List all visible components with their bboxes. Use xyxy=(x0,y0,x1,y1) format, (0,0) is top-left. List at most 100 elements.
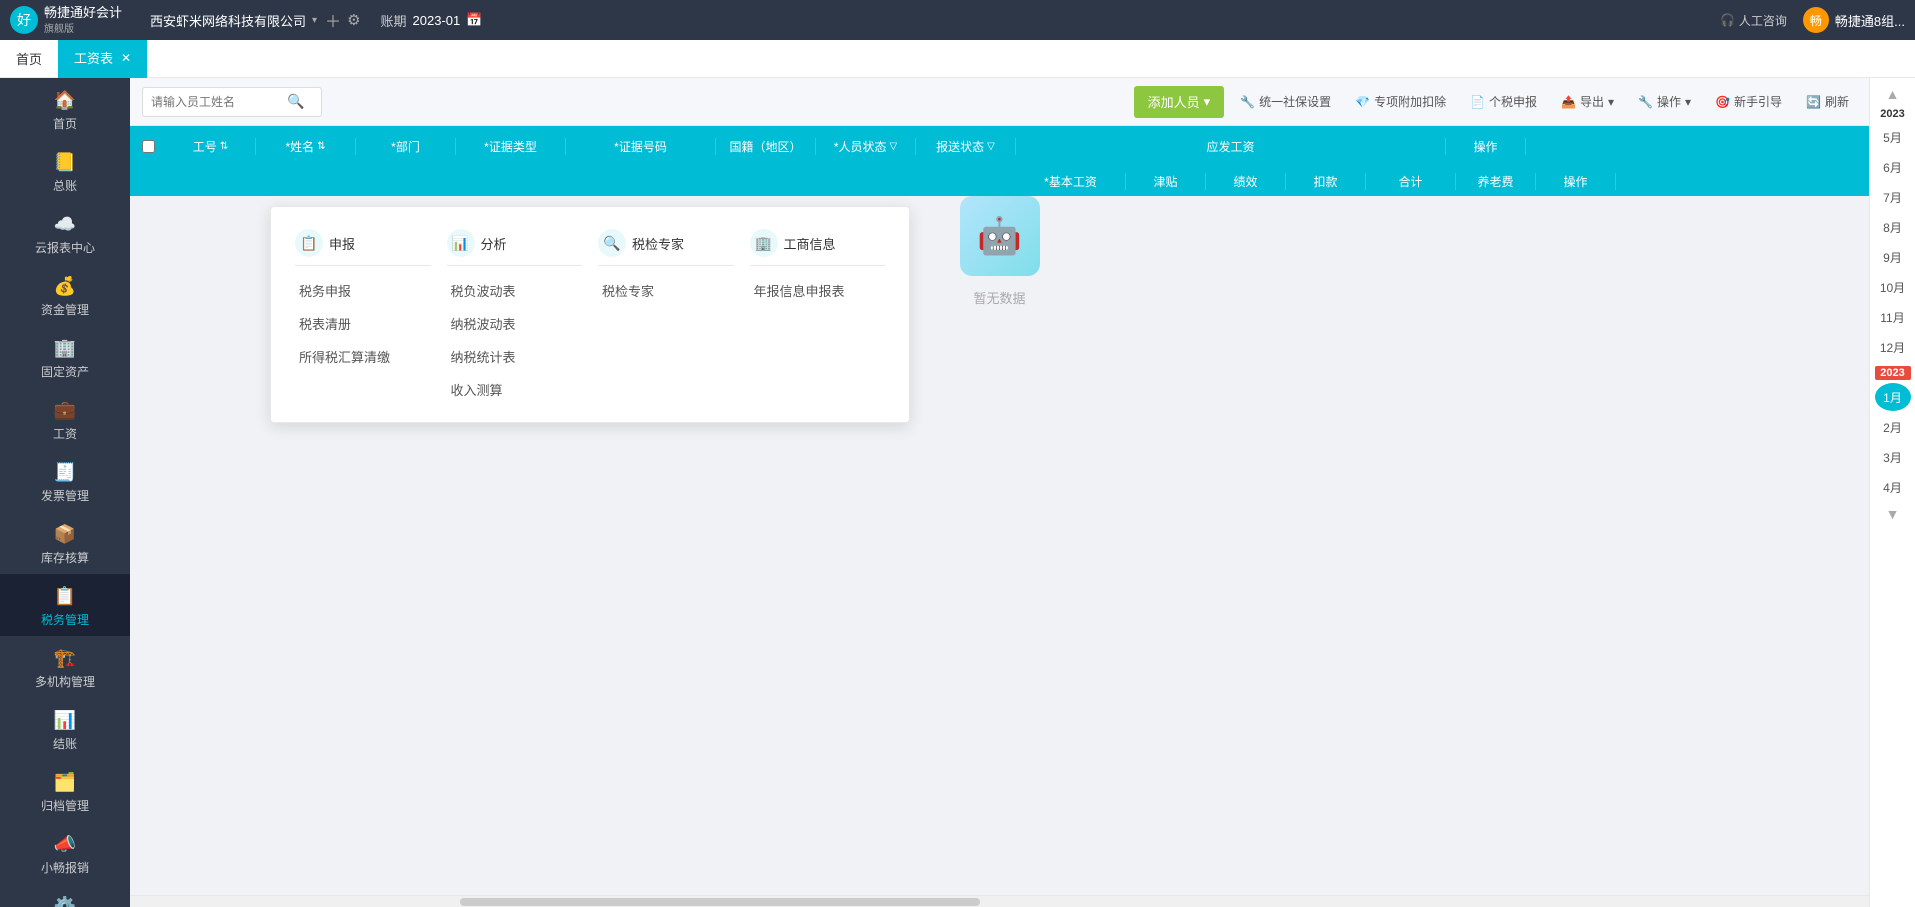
filter-icon-status[interactable]: ▽ xyxy=(889,141,897,152)
refresh-label: 刷新 xyxy=(1825,93,1849,110)
cal-month-1-current[interactable]: 1月 xyxy=(1875,383,1911,411)
sidebar-item-inventory[interactable]: 📦 库存核算 xyxy=(0,512,130,574)
calendar-strip: ▲ 2023 5月 6月 7月 8月 9月 10月 11月 12月 2023 1… xyxy=(1869,78,1915,907)
sidebar-label-ledger: 总账 xyxy=(53,177,77,194)
social-security-action[interactable]: 🔧 统一社保设置 xyxy=(1232,89,1339,114)
period-area: 账期 2023-01 📅 xyxy=(381,11,483,30)
social-security-icon: 🔧 xyxy=(1240,95,1255,109)
menu-section-declaration-header: 📋 申报 xyxy=(295,223,431,266)
sidebar-item-home[interactable]: 🏠 首页 xyxy=(0,78,130,140)
support-link[interactable]: 🎧 人工咨询 xyxy=(1720,12,1787,29)
cal-month-12[interactable]: 12月 xyxy=(1875,333,1911,361)
horizontal-scrollbar[interactable] xyxy=(130,895,1869,907)
special-deduction-action[interactable]: 💎 专项附加扣除 xyxy=(1347,89,1454,114)
tab-close-icon[interactable]: ✕ xyxy=(121,51,131,65)
sidebar-item-ledger[interactable]: 📒 总账 xyxy=(0,140,130,202)
archive-icon: 🗂️ xyxy=(54,772,76,793)
sidebar-item-salary[interactable]: 💼 工资 xyxy=(0,388,130,450)
menu-section-declaration: 📋 申报 税务申报 税表清册 所得税汇算清缴 xyxy=(287,223,439,406)
menu-item-tax-check[interactable]: 税检专家 xyxy=(598,274,734,307)
main-layout: 🏠 首页 📒 总账 ☁️ 云报表中心 💰 资金管理 🏢 固定资产 💼 工资 🧾 … xyxy=(0,78,1915,907)
inventory-icon: 📦 xyxy=(54,524,76,545)
operation-label: 操作 xyxy=(1657,93,1681,110)
tax-expert-section-label: 税检专家 xyxy=(632,234,684,253)
user-area[interactable]: 畅 畅捷通8组... xyxy=(1803,7,1905,33)
sidebar-item-archive[interactable]: 🗂️ 归档管理 xyxy=(0,760,130,822)
search-input-wrap[interactable]: 🔍 xyxy=(142,87,322,117)
menu-item-tax-burden[interactable]: 税负波动表 xyxy=(447,274,583,307)
declaration-section-icon: 📋 xyxy=(295,229,323,257)
export-icon: 📤 xyxy=(1561,95,1576,109)
home-icon: 🏠 xyxy=(54,90,76,111)
cal-month-4-current[interactable]: 4月 xyxy=(1875,473,1911,501)
sidebar-item-tax[interactable]: 📋 税务管理 xyxy=(0,574,130,636)
calendar-up-nav[interactable]: ▲ xyxy=(1882,82,1904,106)
add-person-button[interactable]: 添加人员 ▾ xyxy=(1134,86,1225,118)
user-avatar: 畅 xyxy=(1803,7,1829,33)
sidebar-item-fund[interactable]: 💰 资金管理 xyxy=(0,264,130,326)
menu-item-tax-form[interactable]: 税表清册 xyxy=(295,307,431,340)
tab-home[interactable]: 首页 xyxy=(0,40,58,78)
sidebar-item-basic-settings[interactable]: ⚙️ 基础设置 xyxy=(0,884,130,907)
th-dept: *部门 xyxy=(356,138,456,155)
menu-item-tax-declare[interactable]: 税务申报 xyxy=(295,274,431,307)
sidebar-item-settle[interactable]: 📊 结账 xyxy=(0,698,130,760)
personal-tax-icon: 📄 xyxy=(1470,95,1485,109)
period-calendar-icon[interactable]: 📅 xyxy=(466,12,482,28)
cal-month-5[interactable]: 5月 xyxy=(1875,123,1911,151)
operation-icon: 🔧 xyxy=(1638,95,1653,109)
personal-tax-action[interactable]: 📄 个税申报 xyxy=(1462,89,1545,114)
th-status: *人员状态 ▽ xyxy=(816,138,916,155)
sort-icon-id[interactable]: ⇅ xyxy=(220,141,228,152)
th-group-salary: 应发工资 xyxy=(1016,138,1446,155)
export-dropdown-icon: ▾ xyxy=(1608,95,1614,109)
sort-icon-name[interactable]: ⇅ xyxy=(317,141,325,152)
calendar-down-nav[interactable]: ▼ xyxy=(1882,502,1904,526)
support-text: 人工咨询 xyxy=(1739,12,1787,29)
year-2023-label: 2023 xyxy=(1880,108,1904,120)
fixed-asset-icon: 🏢 xyxy=(54,338,76,359)
refresh-action[interactable]: 🔄 刷新 xyxy=(1798,89,1857,114)
th-cert-type: *证据类型 xyxy=(456,138,566,155)
menu-item-income-calc[interactable]: 收入测算 xyxy=(447,373,583,406)
sidebar-item-promo[interactable]: 📣 小畅报销 xyxy=(0,822,130,884)
sidebar-item-cloud-report[interactable]: ☁️ 云报表中心 xyxy=(0,202,130,264)
cal-month-2-current[interactable]: 2月 xyxy=(1875,413,1911,441)
export-action[interactable]: 📤 导出 ▾ xyxy=(1553,89,1622,114)
search-icon: 🔍 xyxy=(287,93,304,110)
select-all-checkbox[interactable] xyxy=(142,140,155,153)
operation-action[interactable]: 🔧 操作 ▾ xyxy=(1630,89,1699,114)
sidebar-item-multi-org[interactable]: 🏗️ 多机构管理 xyxy=(0,636,130,698)
filter-icon-report[interactable]: ▽ xyxy=(987,141,995,152)
cal-month-6[interactable]: 6月 xyxy=(1875,153,1911,181)
cal-month-3-current[interactable]: 3月 xyxy=(1875,443,1911,471)
company-area[interactable]: 西安虾米网络科技有限公司 ▾ xyxy=(150,11,317,30)
scrollbar-thumb[interactable] xyxy=(460,898,980,906)
biz-info-section-icon: 🏢 xyxy=(750,229,778,257)
header-settings-button[interactable]: ⚙ xyxy=(347,11,360,29)
guide-action[interactable]: 🎯 新手引导 xyxy=(1707,89,1790,114)
sidebar-item-fixed-asset[interactable]: 🏢 固定资产 xyxy=(0,326,130,388)
cal-month-7[interactable]: 7月 xyxy=(1875,183,1911,211)
app-name: 畅捷通好会计 xyxy=(44,5,122,21)
th-base-salary: *基本工资 xyxy=(1016,173,1126,190)
th-checkbox[interactable] xyxy=(130,140,166,153)
sidebar-item-invoice[interactable]: 🧾 发票管理 xyxy=(0,450,130,512)
company-dropdown-icon[interactable]: ▾ xyxy=(312,15,317,26)
search-input[interactable] xyxy=(151,95,281,109)
company-name: 西安虾米网络科技有限公司 xyxy=(150,11,306,30)
headset-icon: 🎧 xyxy=(1720,13,1735,27)
cal-month-8[interactable]: 8月 xyxy=(1875,213,1911,241)
cal-month-10[interactable]: 10月 xyxy=(1875,273,1911,301)
tab-salary-table[interactable]: 工资表 ✕ xyxy=(58,40,147,78)
menu-item-tax-fluctuation[interactable]: 纳税波动表 xyxy=(447,307,583,340)
cal-month-11[interactable]: 11月 xyxy=(1875,303,1911,331)
sidebar-label-settle: 结账 xyxy=(53,735,77,752)
th-emp-id: 工号 ⇅ xyxy=(166,138,256,155)
menu-item-tax-stats[interactable]: 纳税统计表 xyxy=(447,340,583,373)
cal-month-9[interactable]: 9月 xyxy=(1875,243,1911,271)
header-add-button[interactable]: ＋ xyxy=(325,8,341,32)
menu-item-annual-report[interactable]: 年报信息申报表 xyxy=(750,274,886,307)
menu-item-income-tax[interactable]: 所得税汇算清缴 xyxy=(295,340,431,373)
operation-dropdown-icon: ▾ xyxy=(1685,95,1691,109)
